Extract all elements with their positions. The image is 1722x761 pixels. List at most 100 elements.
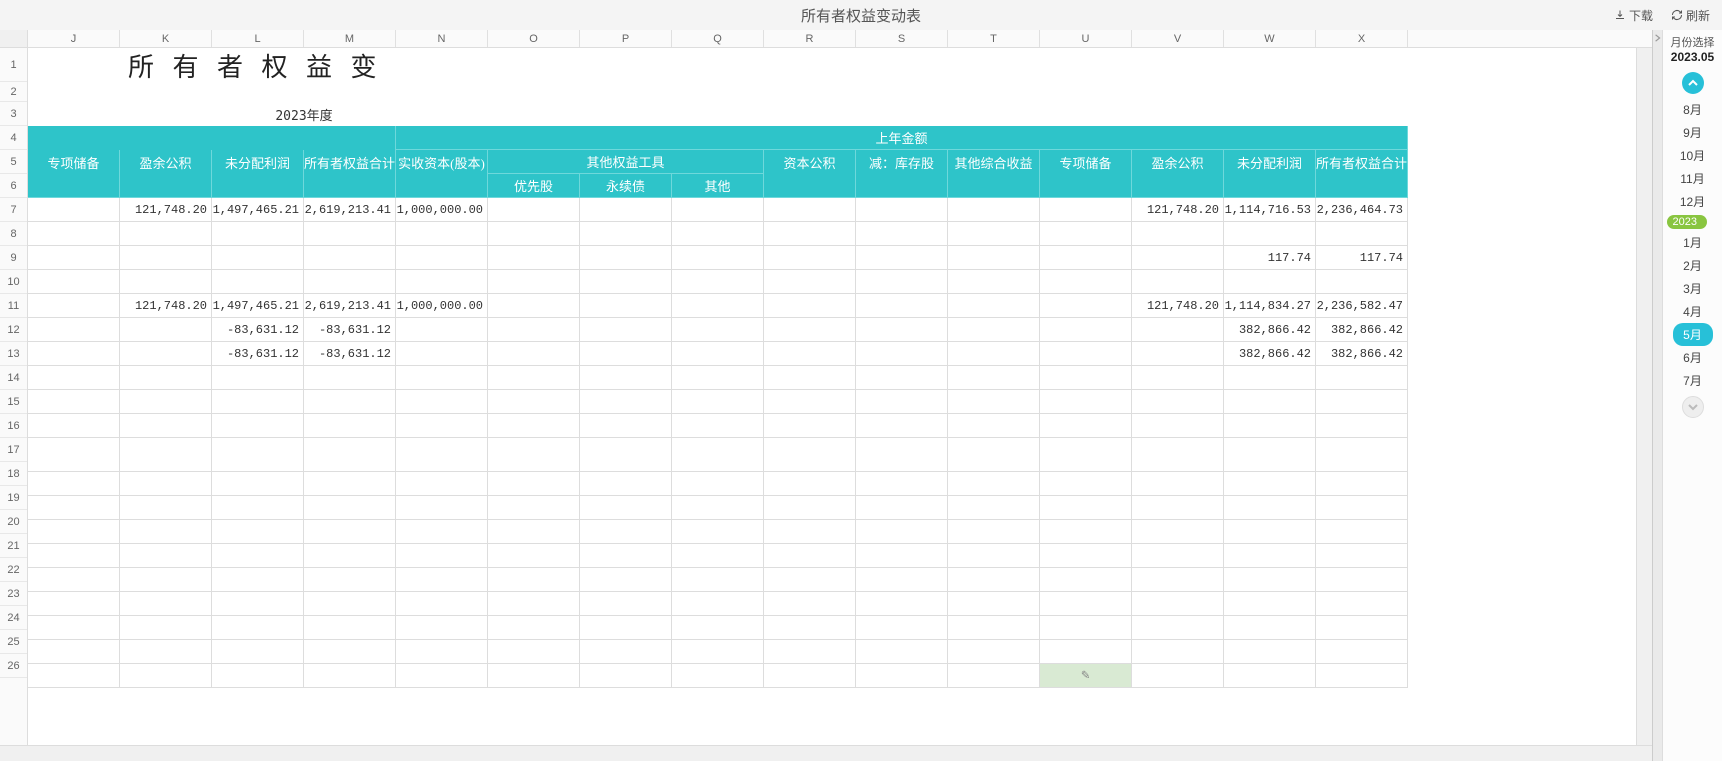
table-row <box>28 568 1636 592</box>
col-header[interactable]: P <box>580 30 672 47</box>
table-row: ✎ <box>28 664 1636 688</box>
row-header[interactable]: 12 <box>0 318 27 342</box>
col-total-equity: 所有者权益合计 <box>304 150 396 174</box>
table-row <box>28 520 1636 544</box>
table-row <box>28 592 1636 616</box>
col-header[interactable]: R <box>764 30 856 47</box>
edit-icon: ✎ <box>1081 667 1089 684</box>
month-item[interactable]: 3月 <box>1673 277 1713 300</box>
download-button[interactable]: 下载 <box>1614 7 1653 24</box>
col-header[interactable]: Q <box>672 30 764 47</box>
table-row <box>28 544 1636 568</box>
row-header[interactable]: 8 <box>0 222 27 246</box>
row-header[interactable]: 21 <box>0 534 27 558</box>
refresh-icon <box>1671 9 1683 21</box>
expand-panel-handle[interactable] <box>1652 30 1662 761</box>
month-item[interactable]: 10月 <box>1673 144 1713 167</box>
col-header[interactable]: U <box>1040 30 1132 47</box>
horizontal-scrollbar[interactable] <box>0 745 1652 761</box>
row-header[interactable]: 5 <box>0 150 27 174</box>
row-header[interactable]: 20 <box>0 510 27 534</box>
row-header[interactable]: 6 <box>0 174 27 198</box>
sheet-title: 所 有 者 权 益 变 动 表 <box>28 48 396 82</box>
row-header[interactable]: 16 <box>0 414 27 438</box>
col-header[interactable]: M <box>304 30 396 47</box>
row-header[interactable]: 2 <box>0 82 27 102</box>
row-header[interactable]: 24 <box>0 606 27 630</box>
row-header[interactable]: 10 <box>0 270 27 294</box>
row-header[interactable]: 4 <box>0 126 27 150</box>
spreadsheet-grid[interactable]: 所 有 者 权 益 变 动 表 2023年度 上年金额 <box>28 48 1636 745</box>
row-header[interactable]: 19 <box>0 486 27 510</box>
table-row: -83,631.12 -83,631.12 382,866.42 382,866… <box>28 342 1636 366</box>
month-item[interactable]: 5月 <box>1673 323 1713 346</box>
row-header[interactable]: 3 <box>0 102 27 126</box>
row-header[interactable]: 18 <box>0 462 27 486</box>
table-row <box>28 496 1636 520</box>
month-panel-title: 月份选择 <box>1671 30 1715 50</box>
col-header[interactable]: K <box>120 30 212 47</box>
chevron-up-icon <box>1688 78 1698 88</box>
edit-cell[interactable]: ✎ <box>1040 664 1132 688</box>
col-capital-reserve: 资本公积 <box>764 150 856 174</box>
month-item[interactable]: 2月 <box>1673 254 1713 277</box>
month-item[interactable]: 4月 <box>1673 300 1713 323</box>
table-row: 117.74 117.74 <box>28 246 1636 270</box>
row-header[interactable]: 15 <box>0 390 27 414</box>
table-row <box>28 616 1636 640</box>
chevron-right-icon <box>1654 34 1662 42</box>
col-header[interactable]: O <box>488 30 580 47</box>
page-title: 所有者权益变动表 <box>801 5 921 26</box>
col-total-equity-2: 所有者权益合计 <box>1316 150 1408 174</box>
month-item[interactable]: 12月 <box>1673 190 1713 213</box>
month-item[interactable]: 11月 <box>1673 167 1713 190</box>
row-header[interactable]: 11 <box>0 294 27 318</box>
row-header[interactable]: 23 <box>0 582 27 606</box>
col-header[interactable]: W <box>1224 30 1316 47</box>
sheet-year: 2023年度 <box>28 102 580 126</box>
col-header[interactable]: V <box>1132 30 1224 47</box>
group-header-prev-year: 上年金额 <box>396 126 1408 150</box>
row-header[interactable]: 7 <box>0 198 27 222</box>
row-header[interactable]: 22 <box>0 558 27 582</box>
month-nav-down[interactable] <box>1682 396 1704 418</box>
table-row <box>28 414 1636 438</box>
row-header[interactable]: 13 <box>0 342 27 366</box>
month-item[interactable]: 1月 <box>1673 231 1713 254</box>
chevron-down-icon <box>1688 402 1698 412</box>
col-special-reserve-2: 专项储备 <box>1040 150 1132 174</box>
table-row: 121,748.20 1,497,465.21 2,619,213.41 1,0… <box>28 294 1636 318</box>
row-header[interactable]: 17 <box>0 438 27 462</box>
col-header[interactable]: T <box>948 30 1040 47</box>
table-row <box>28 438 1636 472</box>
month-nav-up[interactable] <box>1682 72 1704 94</box>
month-picker-panel: 月份选择 2023.05 8月9月10月11月12月20231月2月3月4月5月… <box>1662 30 1722 761</box>
table-row: -83,631.12 -83,631.12 382,866.42 382,866… <box>28 318 1636 342</box>
col-other-comp-income: 其他综合收益 <box>948 150 1040 174</box>
col-header[interactable]: X <box>1316 30 1408 47</box>
month-item[interactable]: 8月 <box>1673 98 1713 121</box>
month-item[interactable]: 9月 <box>1673 121 1713 144</box>
row-header[interactable]: 14 <box>0 366 27 390</box>
table-row <box>28 472 1636 496</box>
col-header[interactable]: J <box>28 30 120 47</box>
download-icon <box>1614 9 1626 21</box>
row-header[interactable]: 26 <box>0 654 27 678</box>
col-header[interactable]: L <box>212 30 304 47</box>
table-row: 121,748.20 1,497,465.21 2,619,213.41 1,0… <box>28 198 1636 222</box>
refresh-button[interactable]: 刷新 <box>1671 7 1710 24</box>
col-perpetual: 永续债 <box>580 174 672 198</box>
month-item[interactable]: 7月 <box>1673 369 1713 392</box>
month-item[interactable]: 6月 <box>1673 346 1713 369</box>
col-treasury-stock: 减：库存股 <box>856 150 948 174</box>
row-header[interactable]: 1 <box>0 48 27 82</box>
col-preferred: 优先股 <box>488 174 580 198</box>
row-header[interactable]: 9 <box>0 246 27 270</box>
col-header[interactable]: N <box>396 30 488 47</box>
col-header[interactable]: S <box>856 30 948 47</box>
vertical-scrollbar[interactable] <box>1636 48 1652 745</box>
col-other-equity-instruments: 其他权益工具 <box>488 150 764 174</box>
row-header[interactable]: 25 <box>0 630 27 654</box>
col-paid-in-capital: 实收资本(股本) <box>396 150 488 174</box>
col-surplus-reserve: 盈余公积 <box>120 150 212 174</box>
